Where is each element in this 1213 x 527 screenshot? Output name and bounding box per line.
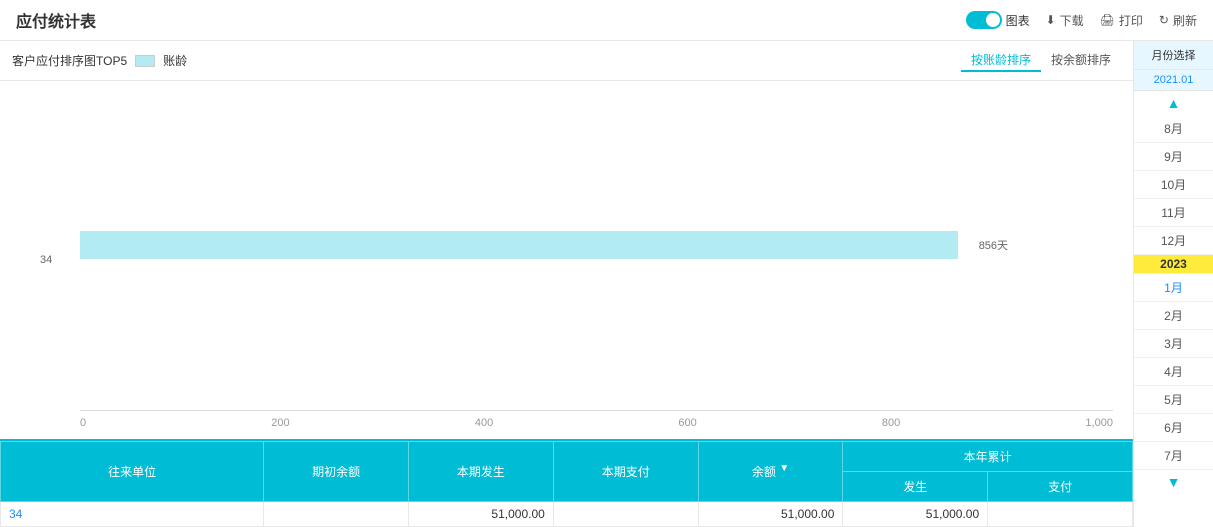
sidebar-months-list: 8月9月10月11月12月20231月2月3月4月5月6月7月 [1134,115,1213,470]
th-qichu: 期初余额 [264,442,409,502]
td-leiji-zhifu [988,502,1133,527]
table-area: 往来单位 期初余额 本期发生 本期支付 余额 ▼ 本年累计 发生 [0,439,1133,527]
page-title: 应付统计表 [16,8,96,32]
th-unit: 往来单位 [1,442,264,502]
sidebar-year-value[interactable]: 2021.01 [1134,70,1213,91]
sidebar-month-item[interactable]: 2月 [1134,302,1213,330]
table-row: 34 51,000.00 51,000.00 51,000.00 [1,502,1133,527]
chart-toggle-wrap[interactable]: 图表 [966,11,1030,29]
sidebar-month-item[interactable]: 8月 [1134,115,1213,143]
sidebar-month-item[interactable]: 2023 [1134,255,1213,274]
x-axis: 0 200 400 600 800 1,000 [80,417,1113,429]
data-table: 往来单位 期初余额 本期发生 本期支付 余额 ▼ 本年累计 发生 [0,441,1133,527]
sort-tab-age[interactable]: 按账龄排序 [961,49,1041,72]
right-sidebar: 月份选择 2021.01 ▲ 8月9月10月11月12月20231月2月3月4月… [1133,41,1213,527]
th-leiji-group: 本年累计 [843,442,1133,472]
x-tick-1: 200 [271,417,289,429]
print-label: 打印 [1119,12,1143,29]
sort-tabs: 按账龄排序 按余额排序 [961,49,1121,72]
x-tick-5: 1,000 [1085,417,1113,429]
legend-item-label: 账龄 [163,52,187,69]
td-qichu [264,502,409,527]
sidebar-month-item[interactable]: 9月 [1134,143,1213,171]
sidebar-down-button[interactable]: ▼ [1134,470,1213,494]
refresh-button[interactable]: ↻ 刷新 [1159,12,1197,29]
th-benqi-fasheng: 本期发生 [409,442,554,502]
td-benqi-fasheng: 51,000.00 [409,502,554,527]
bar-wrapper: 856天 [80,91,1113,399]
sidebar-month-item[interactable]: 12月 [1134,227,1213,255]
table-header-row-1: 往来单位 期初余额 本期发生 本期支付 余额 ▼ 本年累计 [1,442,1133,472]
th-leiji-fasheng: 发生 [843,472,988,502]
chart-legend: 客户应付排序图TOP5 账龄 [12,52,187,69]
toggle-label: 图表 [1006,12,1030,29]
refresh-label: 刷新 [1173,12,1197,29]
x-tick-4: 800 [882,417,900,429]
sort-tab-balance[interactable]: 按余额排序 [1041,49,1121,72]
header-actions: 图表 ⬇ 下载 🖨 打印 ↻ 刷新 [966,11,1197,29]
td-benqi-zhifu [553,502,698,527]
download-label: 下载 [1060,12,1084,29]
sidebar-month-item[interactable]: 6月 [1134,414,1213,442]
x-tick-0: 0 [80,417,86,429]
x-tick-3: 600 [678,417,696,429]
chart-canvas: 34 856天 0 200 400 600 800 1,000 [0,81,1133,439]
sidebar-up-button[interactable]: ▲ [1134,91,1213,115]
td-yue: 51,000.00 [698,502,843,527]
td-unit: 34 [1,502,264,527]
x-axis-line [80,410,1113,411]
chart-toggle[interactable] [966,11,1002,29]
chart-area: 客户应付排序图TOP5 账龄 按账龄排序 按余额排序 34 856天 [0,41,1133,527]
th-yue: 余额 ▼ [698,442,843,502]
unit-link[interactable]: 34 [9,507,22,521]
th-benqi-zhifu: 本期支付 [553,442,698,502]
sidebar-month-item[interactable]: 7月 [1134,442,1213,470]
download-icon: ⬇ [1046,13,1056,27]
x-tick-2: 400 [475,417,493,429]
sidebar-month-item[interactable]: 5月 [1134,386,1213,414]
page-container: 应付统计表 图表 ⬇ 下载 🖨 打印 ↻ 刷新 [0,0,1213,527]
sidebar-month-item[interactable]: 4月 [1134,358,1213,386]
sidebar-month-item[interactable]: 11月 [1134,199,1213,227]
legend-text: 客户应付排序图TOP5 [12,52,127,69]
th-leiji-zhifu: 支付 [988,472,1133,502]
bar-value-label: 856天 [979,237,1008,253]
bar: 856天 [80,231,958,259]
sidebar-month-item[interactable]: 3月 [1134,330,1213,358]
td-leiji-fasheng: 51,000.00 [843,502,988,527]
legend-box [135,55,155,67]
sidebar-month-item[interactable]: 1月 [1134,274,1213,302]
sidebar-month-item[interactable]: 10月 [1134,171,1213,199]
main-content: 客户应付排序图TOP5 账龄 按账龄排序 按余额排序 34 856天 [0,41,1213,527]
sidebar-header: 月份选择 [1134,41,1213,70]
print-icon: 🖨 [1100,13,1115,27]
refresh-icon: ↻ [1159,13,1169,27]
download-button[interactable]: ⬇ 下载 [1046,12,1084,29]
chart-header: 客户应付排序图TOP5 账龄 按账龄排序 按余额排序 [0,41,1133,81]
header: 应付统计表 图表 ⬇ 下载 🖨 打印 ↻ 刷新 [0,0,1213,41]
y-axis-label: 34 [40,254,52,266]
print-button[interactable]: 🖨 打印 [1100,12,1143,29]
